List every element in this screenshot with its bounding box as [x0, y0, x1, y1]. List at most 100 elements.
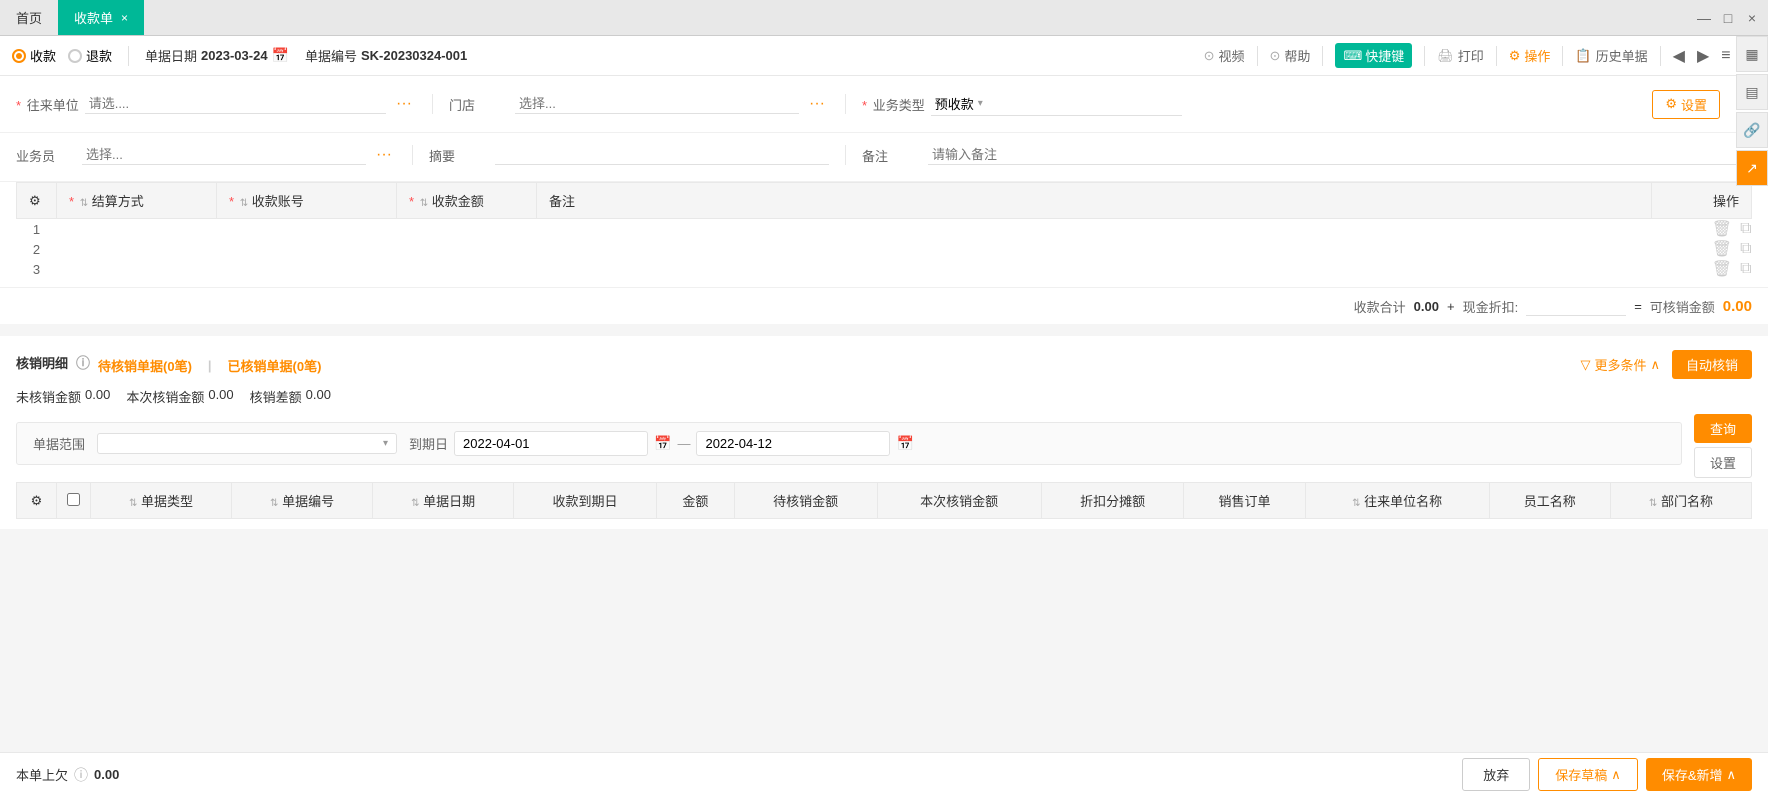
- detail-col-amount: 金额: [656, 483, 734, 519]
- nav-left-icon[interactable]: ◀: [1673, 46, 1685, 66]
- memo-field: 摘要: [429, 145, 829, 165]
- video-btn[interactable]: ⊙ 视频: [1204, 46, 1245, 65]
- row-2-copy-icon[interactable]: ⧉: [1740, 240, 1751, 258]
- row-1-amount[interactable]: [397, 219, 537, 240]
- date-from-input[interactable]: [454, 431, 648, 456]
- detail-settings-icon: ⚙: [31, 493, 43, 508]
- cal-from-icon[interactable]: 📅: [654, 435, 671, 452]
- table-header: ⚙ ⇅ 结算方式 ⇅ 收款账号 ⇅ 收款金额 备注: [17, 183, 1752, 219]
- staff-input[interactable]: [82, 145, 366, 165]
- refund-radio[interactable]: 退款: [68, 46, 112, 65]
- draft-btn[interactable]: 保存草稿 ∧: [1538, 758, 1638, 791]
- history-btn[interactable]: 📋 历史单据: [1575, 46, 1647, 65]
- row-2-settle[interactable]: [57, 239, 217, 259]
- from-unit-more-btn[interactable]: ···: [392, 95, 416, 113]
- cal-to-icon[interactable]: 📅: [896, 435, 913, 452]
- business-type-field: * 业务类型 预收款 ▾: [862, 92, 1182, 116]
- right-tool-list-icon[interactable]: ▤: [1736, 74, 1768, 110]
- store-input[interactable]: [515, 94, 799, 114]
- minimize-btn[interactable]: —: [1696, 10, 1712, 26]
- discard-btn[interactable]: 放弃: [1462, 758, 1530, 791]
- auto-write-btn[interactable]: 自动核销: [1672, 350, 1752, 379]
- memo-input[interactable]: [495, 145, 829, 165]
- row-2-amount[interactable]: [397, 239, 537, 259]
- date-value: 2023-03-24: [201, 48, 268, 63]
- row-3-settle[interactable]: [57, 259, 217, 279]
- row-3-account[interactable]: [217, 259, 397, 279]
- row-2-delete-icon[interactable]: 🗑: [1712, 239, 1732, 259]
- chevron-up-icon: ∧: [1611, 767, 1621, 783]
- discount-input[interactable]: [1526, 296, 1626, 316]
- calendar-icon[interactable]: 📅: [272, 47, 289, 64]
- row-3-amount[interactable]: [397, 259, 537, 279]
- select-all-checkbox[interactable]: [67, 493, 80, 506]
- detail-col-from-unit: ⇅ 往来单位名称: [1305, 483, 1489, 519]
- maximize-btn[interactable]: □: [1720, 10, 1736, 26]
- receipt-radio[interactable]: 收款: [12, 46, 56, 65]
- row-3-copy-icon[interactable]: ⧉: [1740, 260, 1751, 278]
- row-1-copy-icon[interactable]: ⧉: [1740, 220, 1751, 238]
- business-type-value: 预收款: [935, 94, 974, 113]
- info-circle-icon: ⓘ: [74, 765, 88, 785]
- diff-value: 0.00: [306, 387, 331, 406]
- row-3-delete-icon[interactable]: 🗑: [1712, 259, 1732, 279]
- print-btn[interactable]: 🖨 打印: [1437, 46, 1484, 65]
- detail-col-checkbox[interactable]: [57, 483, 91, 519]
- pending-tab[interactable]: 待核销单据(0笔): [98, 356, 192, 375]
- nav-right-icon[interactable]: ▶: [1697, 46, 1709, 66]
- doc-number-field: 单据编号 SK-20230324-001: [305, 46, 467, 65]
- close-btn[interactable]: ×: [1744, 10, 1760, 26]
- plus-sign: +: [1447, 299, 1455, 314]
- equals-sign: =: [1634, 299, 1642, 314]
- row-2-remark[interactable]: [537, 239, 1652, 259]
- doc-number-value: SK-20230324-001: [361, 48, 467, 63]
- due-label: 到期日: [409, 434, 448, 453]
- staff-more-btn[interactable]: ···: [372, 146, 396, 164]
- shortcut-btn[interactable]: ⌨ 快捷键: [1335, 43, 1412, 68]
- date-to-input[interactable]: [696, 431, 890, 456]
- filter-setting-btn[interactable]: 设置: [1694, 447, 1752, 478]
- help-btn[interactable]: ⊙ 帮助: [1270, 46, 1311, 65]
- col-settings[interactable]: ⚙: [17, 183, 57, 219]
- verify-info-icon[interactable]: ⓘ: [76, 353, 90, 373]
- row-1-delete-icon[interactable]: 🗑: [1712, 219, 1732, 239]
- row-1-remark[interactable]: [537, 219, 1652, 240]
- more-conditions-btn[interactable]: ▽ 更多条件 ∧: [1580, 355, 1660, 374]
- list-view-icon[interactable]: ≡: [1721, 47, 1730, 65]
- chevron-icon: ∧: [1650, 357, 1660, 373]
- operation-icon: ⚙: [1509, 48, 1521, 64]
- done-tab[interactable]: 已核销单据(0笔): [228, 356, 322, 375]
- tab-close-icon[interactable]: ×: [121, 11, 128, 25]
- row-1-account[interactable]: [217, 219, 397, 240]
- tab-divider: |: [208, 358, 212, 373]
- remark-input[interactable]: [928, 145, 1752, 165]
- query-btn[interactable]: 查询: [1694, 414, 1752, 443]
- detail-col-settings[interactable]: ⚙: [17, 483, 57, 519]
- right-tool-expand-icon[interactable]: ↗: [1736, 150, 1768, 186]
- form-divider-1: [432, 94, 433, 114]
- chevron-down-icon: ▾: [978, 98, 983, 109]
- tab-home[interactable]: 首页: [0, 0, 58, 35]
- main-form: * 往来单位 ··· 门店 ··· * 业务类型 预: [0, 76, 1768, 324]
- remark-field: 备注: [862, 145, 1752, 165]
- row-1-settle[interactable]: [57, 219, 217, 240]
- filter-row: 单据范围 ▾ 到期日 📅 — 📅: [16, 422, 1682, 465]
- filter-buttons: 查询 设置: [1694, 414, 1752, 478]
- operation-btn[interactable]: ⚙ 操作: [1509, 46, 1551, 65]
- tab-current[interactable]: 收款单 ×: [58, 0, 144, 35]
- from-unit-input[interactable]: [85, 94, 386, 114]
- setting-btn[interactable]: ⚙ 设置: [1652, 90, 1720, 119]
- save-new-btn[interactable]: 保存&新增 ∧: [1646, 758, 1752, 791]
- right-tool-link-icon[interactable]: 🔗: [1736, 112, 1768, 148]
- row-2-account[interactable]: [217, 239, 397, 259]
- refund-radio-icon: [68, 49, 82, 63]
- filter-icon: ▽: [1580, 357, 1590, 373]
- store-field: 门店 ···: [449, 94, 829, 114]
- bottom-buttons: 放弃 保存草稿 ∧ 保存&新增 ∧: [1462, 758, 1752, 791]
- store-more-btn[interactable]: ···: [805, 95, 829, 113]
- range-select[interactable]: ▾: [97, 433, 397, 454]
- right-tool-table-icon[interactable]: ▦: [1736, 36, 1768, 72]
- divider-5: [1496, 46, 1497, 66]
- row-3-remark[interactable]: [537, 259, 1652, 279]
- business-type-select[interactable]: 预收款 ▾: [931, 92, 1182, 116]
